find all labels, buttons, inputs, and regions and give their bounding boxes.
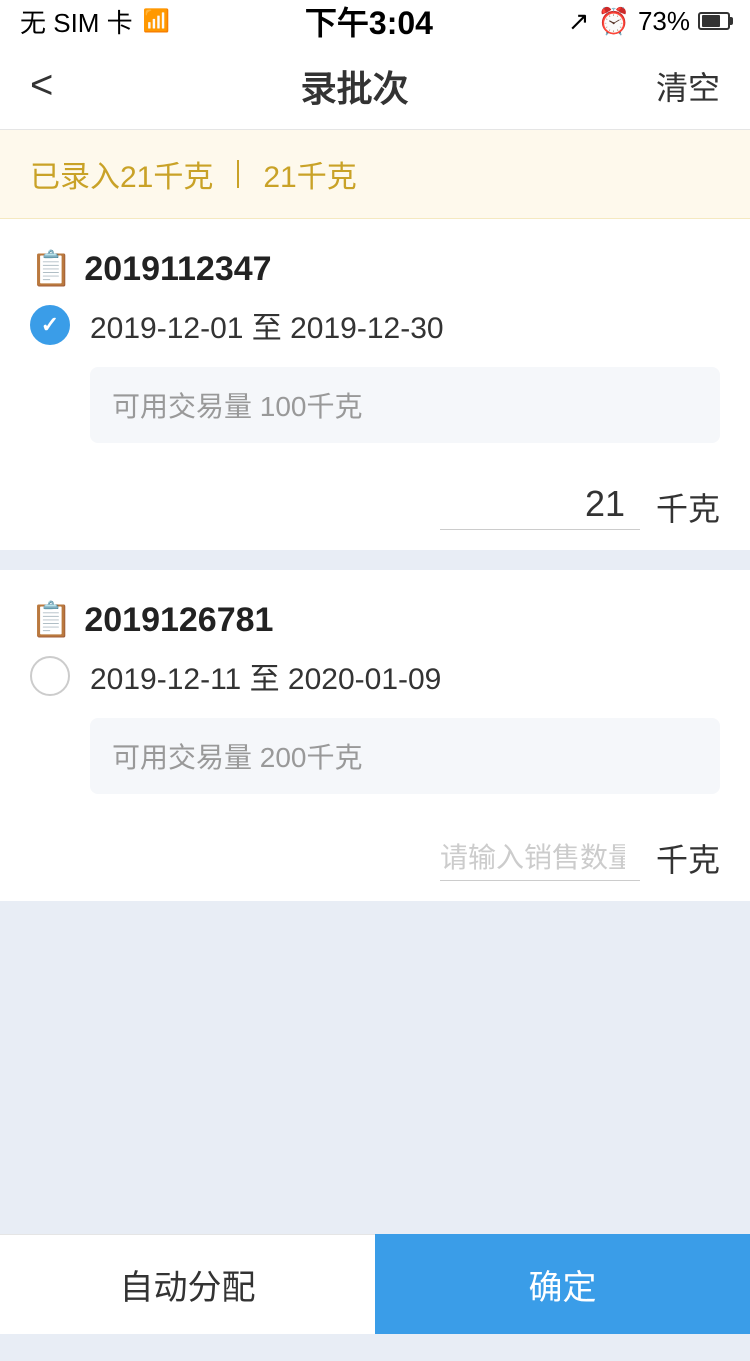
status-right: ↗ ⏰ 73% [568,6,730,37]
wifi-icon: 📶 [143,8,170,34]
summary-value: 21千克 [263,152,356,196]
batch-card-2: 📋 2019126781 2019-12-11 至 2020-01-09 可用交… [0,570,750,901]
batch-card-1: 📋 2019112347 2019-12-01 至 2019-12-30 可用交… [0,219,750,550]
battery-icon [698,12,730,30]
batch-date-row-2: 2019-12-11 至 2020-01-09 [30,654,720,698]
section-separator [0,550,750,570]
page-title: 录批次 [301,60,409,112]
nav-bar: < 录批次 清空 [0,42,750,130]
batch-header-1: 📋 2019112347 [30,249,720,289]
radio-button-2[interactable] [30,656,70,696]
batch-avail-box-2: 可用交易量 200千克 [90,718,720,794]
doc-icon-2: 📋 [30,600,72,640]
doc-icon-1: 📋 [30,249,72,289]
batch-avail-box-1: 可用交易量 100千克 [90,367,720,443]
quantity-row-2: 千克 [0,818,750,901]
radio-button-1[interactable] [30,305,70,345]
batch-number-2: 2019126781 [84,601,273,640]
batch-date-1: 2019-12-01 至 2019-12-30 [90,303,444,347]
summary-divider [237,160,239,188]
batch-item-1: 📋 2019112347 2019-12-01 至 2019-12-30 可用交… [0,219,750,443]
batch-date-2: 2019-12-11 至 2020-01-09 [90,654,441,698]
location-icon: ↗ [568,6,590,37]
batch-item-2: 📋 2019126781 2019-12-11 至 2020-01-09 可用交… [0,570,750,794]
quantity-unit-1: 千克 [656,484,720,530]
carrier-text: 无 SIM 卡 [20,3,133,40]
quantity-input-wrapper-2 [30,834,640,881]
summary-banner: 已录入21千克 21千克 [0,130,750,219]
batch-avail-text-1: 可用交易量 100千克 [112,391,363,422]
batch-number-1: 2019112347 [84,250,271,289]
back-button[interactable]: < [30,63,53,108]
batch-header-2: 📋 2019126781 [30,600,720,640]
batch-avail-text-2: 可用交易量 200千克 [112,742,363,773]
quantity-row-1: 千克 [0,467,750,550]
status-bar: 无 SIM 卡 📶 下午3:04 ↗ ⏰ 73% [0,0,750,42]
quantity-input-1[interactable] [440,483,640,530]
confirm-button[interactable]: 确定 [375,1234,750,1334]
bottom-buttons: 自动分配 确定 [0,1234,750,1334]
quantity-unit-2: 千克 [656,835,720,881]
batch-date-row-1: 2019-12-01 至 2019-12-30 [30,303,720,347]
quantity-input-2[interactable] [440,834,640,881]
summary-recorded-label: 已录入21千克 [30,152,213,196]
status-time: 下午3:04 [305,0,433,44]
battery-percent: 73% [638,6,690,37]
alarm-icon: ⏰ [598,6,630,37]
auto-distribute-button[interactable]: 自动分配 [0,1234,375,1334]
status-left: 无 SIM 卡 📶 [20,3,170,40]
quantity-input-wrapper-1 [30,483,640,530]
clear-button[interactable]: 清空 [656,63,720,109]
